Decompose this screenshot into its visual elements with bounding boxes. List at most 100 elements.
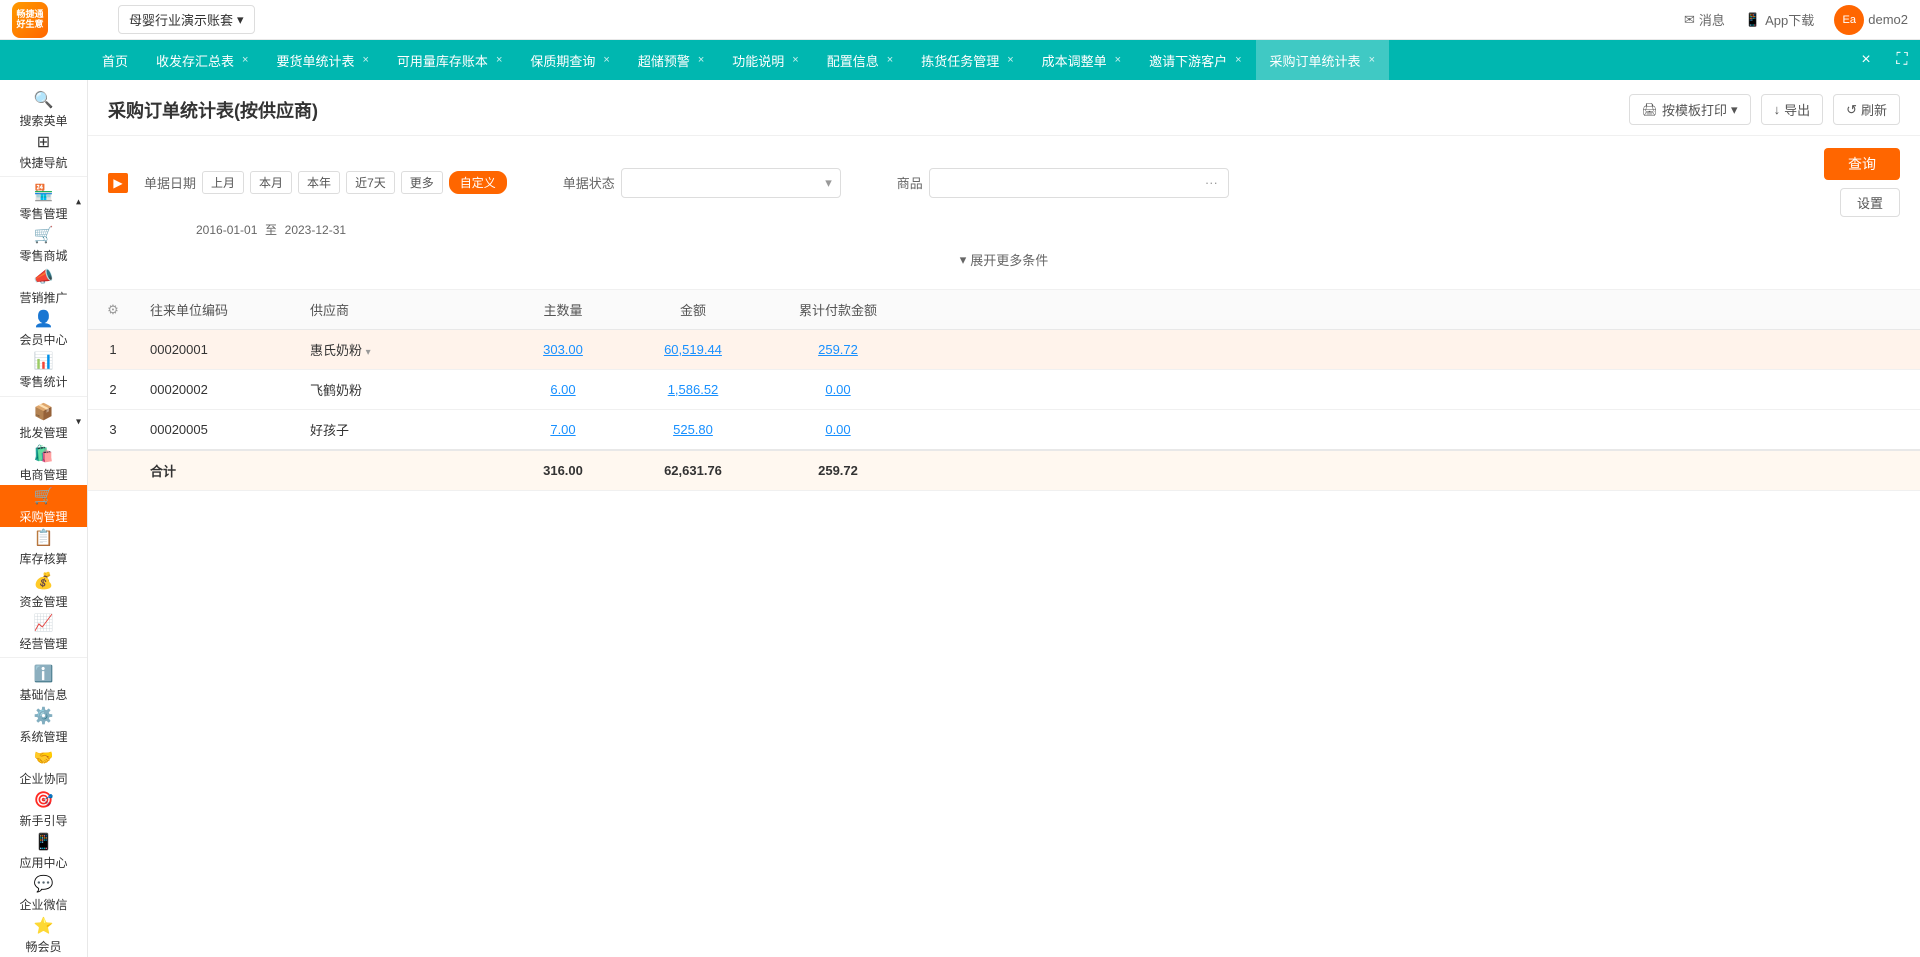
sidebar-sys-mgmt-label: 系统管理 [19,728,67,745]
sidebar-ecommerce-label: 电商管理 [19,466,67,483]
nav-pick-task[interactable]: 拣货任务管理 × [907,40,1027,80]
message-btn[interactable]: ✉ 消息 [1684,10,1725,29]
nav-home[interactable]: 首页 [88,40,142,80]
user-profile[interactable]: Ea demo2 [1834,5,1908,35]
settings-icon[interactable]: ⚙ [107,302,119,317]
row-amount-link-3[interactable]: 525.80 [673,422,713,437]
filter-toggle-arrow[interactable]: ▶ [108,173,128,193]
row-quantity-link-2[interactable]: 6.00 [550,382,575,397]
sidebar-item-wechat[interactable]: 💬 企业微信 [0,873,87,915]
goods-search-input[interactable] [936,175,1201,190]
sidebar-item-search[interactable]: 🔍 搜索英单 [0,88,87,130]
status-select[interactable]: ▾ [621,168,841,198]
setting-button[interactable]: 设置 [1840,188,1900,217]
export-icon: ↓ [1774,102,1781,117]
row-quantity-1: 303.00 [498,330,628,370]
sidebar-item-wholesale[interactable]: 📦 批发管理 ▾ [0,401,87,443]
sidebar-item-purchase[interactable]: 🛒 采购管理 [0,485,87,527]
col-empty-header [918,290,1920,330]
nav-config-info[interactable]: 配置信息 × [813,40,907,80]
nav-receive-summary[interactable]: 收发存汇总表 × [142,40,262,80]
retail-stat-icon: 📊 [34,351,54,371]
sidebar-item-marketing[interactable]: 📣 营销推广 [0,265,87,307]
sidebar-item-member[interactable]: 👤 会员中心 [0,307,87,349]
workspace-selector[interactable]: 母婴行业演示账套 ▾ [118,5,255,34]
date-btn-more[interactable]: 更多 [401,171,443,194]
nav-cost-adjust[interactable]: 成本调整单 × [1028,40,1135,80]
nav-purchase-order-stat-close[interactable]: × [1369,54,1375,66]
nav-order-stat[interactable]: 要货单统计表 × [262,40,382,80]
nav-available-stock-close[interactable]: × [496,54,502,66]
row-amount-link-2[interactable]: 1,586.52 [668,382,719,397]
sidebar-finance-label: 资金管理 [19,593,67,610]
summary-row: 合计 316.00 62,631.76 259.72 [88,450,1920,491]
date-sep: 至 [265,223,277,237]
sidebar-item-new-guide[interactable]: 🎯 新手引导 [0,788,87,830]
nav-function-desc-close[interactable]: × [792,54,798,66]
sidebar-enterprise-label: 企业协同 [19,770,67,787]
expand-more-btn[interactable]: ▾ 展开更多条件 [950,246,1059,273]
table-row[interactable]: 1 00020001 惠氏奶粉 ▾ 303.00 60,519.44 259.7… [88,330,1920,370]
date-btn-this-month[interactable]: 本月 [250,171,292,194]
top-right: ✉ 消息 📱 App下载 Ea demo2 [1684,5,1908,35]
table-row[interactable]: 3 00020005 好孩子 7.00 525.80 0.00 [88,410,1920,451]
nav-expiry-query-close[interactable]: × [603,54,609,66]
nav-maximize-btn[interactable]: ⛶ [1884,40,1920,80]
row-quantity-link-1[interactable]: 303.00 [543,342,583,357]
sidebar-item-vip[interactable]: ⭐ 畅会员 [0,915,87,957]
nav-invite-downstream-close[interactable]: × [1235,54,1241,66]
sidebar-item-retail-mgmt[interactable]: 🏪 零售管理 ▴ [0,181,87,223]
page-title: 采购订单统计表(按供应商) [108,97,318,123]
nav-pick-task-close[interactable]: × [1007,54,1013,66]
sidebar-item-inventory[interactable]: 📋 库存核算 [0,527,87,569]
nav-close-btn[interactable]: × [1848,40,1884,80]
nav-receive-summary-close[interactable]: × [242,54,248,66]
sidebar-item-app-center[interactable]: 📱 应用中心 [0,831,87,873]
sidebar-item-retail-stat[interactable]: 📊 零售统计 [0,350,87,392]
query-button[interactable]: 查询 [1824,148,1900,180]
col-code-header: 往来单位编码 [138,290,298,330]
row-paid-link-1[interactable]: 259.72 [818,342,858,357]
nav-purchase-order-stat[interactable]: 采购订单统计表 × [1256,40,1389,80]
nav-overstock-warning-close[interactable]: × [698,54,704,66]
sidebar-item-operation[interactable]: 📈 经营管理 [0,611,87,653]
table-row[interactable]: 2 00020002 飞鹤奶粉 6.00 1,586.52 0.00 [88,370,1920,410]
sidebar-item-ecommerce[interactable]: 🛍️ 电商管理 [0,443,87,485]
sidebar-item-sys-mgmt[interactable]: ⚙️ 系统管理 [0,704,87,746]
nav-cost-adjust-close[interactable]: × [1115,54,1121,66]
sidebar-item-enterprise[interactable]: 🤝 企业协同 [0,746,87,788]
sidebar-new-guide-label: 新手引导 [19,812,67,829]
nav-home-label: 首页 [102,51,128,70]
date-to: 2023-12-31 [285,223,346,237]
nav-available-stock[interactable]: 可用量库存账本 × [383,40,516,80]
nav-config-info-close[interactable]: × [887,54,893,66]
row-paid-link-3[interactable]: 0.00 [825,422,850,437]
refresh-button[interactable]: ↺ 刷新 [1833,94,1900,125]
date-btn-custom[interactable]: 自定义 [449,171,507,194]
row-amount-link-1[interactable]: 60,519.44 [664,342,722,357]
nav-function-desc[interactable]: 功能说明 × [718,40,812,80]
date-btn-7days[interactable]: 近7天 [346,171,395,194]
sidebar-item-finance[interactable]: 💰 资金管理 [0,569,87,611]
export-button[interactable]: ↓ 导出 [1761,94,1824,125]
date-btn-last-month[interactable]: 上月 [202,171,244,194]
print-button[interactable]: 🖨 按模板打印 ▾ [1629,94,1751,125]
row-paid-link-2[interactable]: 0.00 [825,382,850,397]
date-btn-this-year[interactable]: 本年 [298,171,340,194]
expand-more-icon: ▾ [960,252,967,268]
nav-overstock-warning[interactable]: 超储预警 × [624,40,718,80]
nav-order-stat-close[interactable]: × [362,54,368,66]
nav-config-info-label: 配置信息 [827,51,879,70]
goods-more-btn[interactable]: ··· [1201,175,1222,190]
sidebar-item-quick-nav[interactable]: ⊞ 快捷导航 [0,130,87,172]
sidebar-item-retail-shop[interactable]: 🛒 零售商城 [0,223,87,265]
app-download-btn[interactable]: 📱 App下载 [1745,10,1814,29]
sidebar-marketing-label: 营销推广 [19,289,67,306]
nav-invite-downstream[interactable]: 邀请下游客户 × [1135,40,1255,80]
sys-mgmt-icon: ⚙️ [34,706,54,726]
nav-overstock-warning-label: 超储预警 [638,51,690,70]
sidebar-item-basic-info[interactable]: ℹ️ 基础信息 [0,662,87,704]
row-quantity-link-3[interactable]: 7.00 [550,422,575,437]
row-expand-1[interactable]: ▾ [366,347,371,358]
nav-expiry-query[interactable]: 保质期查询 × [516,40,623,80]
